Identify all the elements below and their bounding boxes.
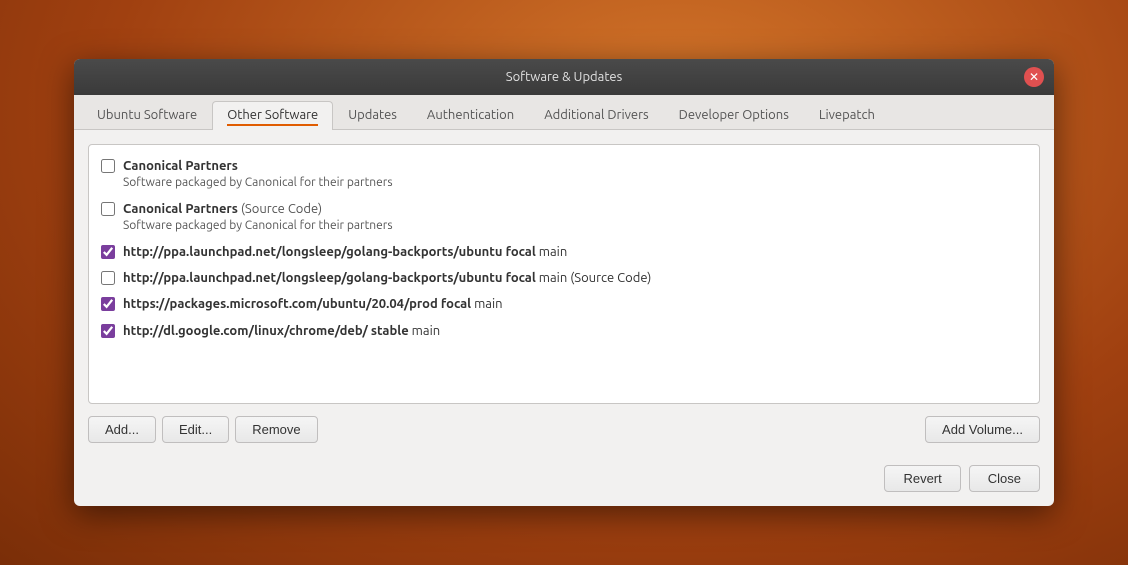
list-item: https://packages.microsoft.com/ubuntu/20… — [93, 291, 1035, 317]
list-item: http://ppa.launchpad.net/longsleep/golan… — [93, 265, 1035, 291]
list-item: Canonical Partners (Source Code) Softwar… — [93, 196, 1035, 239]
canonical-partners-text: Canonical Partners Software packaged by … — [123, 157, 393, 192]
canonical-partners-checkbox[interactable] — [101, 159, 115, 173]
tab-bar: Ubuntu Software Other Software Updates A… — [74, 95, 1054, 130]
golang-backports-text: http://ppa.launchpad.net/longsleep/golan… — [123, 243, 567, 261]
add-volume-button[interactable]: Add Volume... — [925, 416, 1040, 443]
google-chrome-checkbox[interactable] — [101, 324, 115, 338]
tab-authentication[interactable]: Authentication — [412, 101, 529, 130]
tab-developer-options[interactable]: Developer Options — [664, 101, 804, 130]
tab-updates[interactable]: Updates — [333, 101, 412, 130]
bottom-buttons: Revert Close — [74, 457, 1054, 506]
close-window-button[interactable]: ✕ — [1024, 67, 1044, 87]
list-item: http://ppa.launchpad.net/longsleep/golan… — [93, 239, 1035, 265]
remove-button[interactable]: Remove — [235, 416, 317, 443]
canonical-partners-source-checkbox[interactable] — [101, 202, 115, 216]
list-item: Canonical Partners Software packaged by … — [93, 153, 1035, 196]
google-chrome-text: http://dl.google.com/linux/chrome/deb/ s… — [123, 322, 440, 340]
list-item: http://dl.google.com/linux/chrome/deb/ s… — [93, 318, 1035, 344]
add-button[interactable]: Add... — [88, 416, 156, 443]
titlebar: Software & Updates ✕ — [74, 59, 1054, 95]
edit-button[interactable]: Edit... — [162, 416, 229, 443]
tab-ubuntu-software[interactable]: Ubuntu Software — [82, 101, 212, 130]
golang-backports-source-text: http://ppa.launchpad.net/longsleep/golan… — [123, 269, 651, 287]
canonical-partners-source-text: Canonical Partners (Source Code) Softwar… — [123, 200, 393, 235]
golang-backports-checkbox[interactable] — [101, 245, 115, 259]
microsoft-prod-checkbox[interactable] — [101, 297, 115, 311]
tab-livepatch[interactable]: Livepatch — [804, 101, 890, 130]
microsoft-prod-text: https://packages.microsoft.com/ubuntu/20… — [123, 295, 503, 313]
repository-list: Canonical Partners Software packaged by … — [88, 144, 1040, 404]
golang-backports-source-checkbox[interactable] — [101, 271, 115, 285]
software-updates-dialog: Software & Updates ✕ Ubuntu Software Oth… — [74, 59, 1054, 506]
tab-other-software[interactable]: Other Software — [212, 101, 333, 130]
close-button[interactable]: Close — [969, 465, 1040, 492]
dialog-title: Software & Updates — [506, 70, 622, 84]
close-icon: ✕ — [1029, 71, 1039, 83]
action-buttons: Add... Edit... Remove Add Volume... — [88, 416, 1040, 443]
tab-additional-drivers[interactable]: Additional Drivers — [529, 101, 663, 130]
tab-content: Canonical Partners Software packaged by … — [74, 130, 1054, 457]
revert-button[interactable]: Revert — [884, 465, 960, 492]
